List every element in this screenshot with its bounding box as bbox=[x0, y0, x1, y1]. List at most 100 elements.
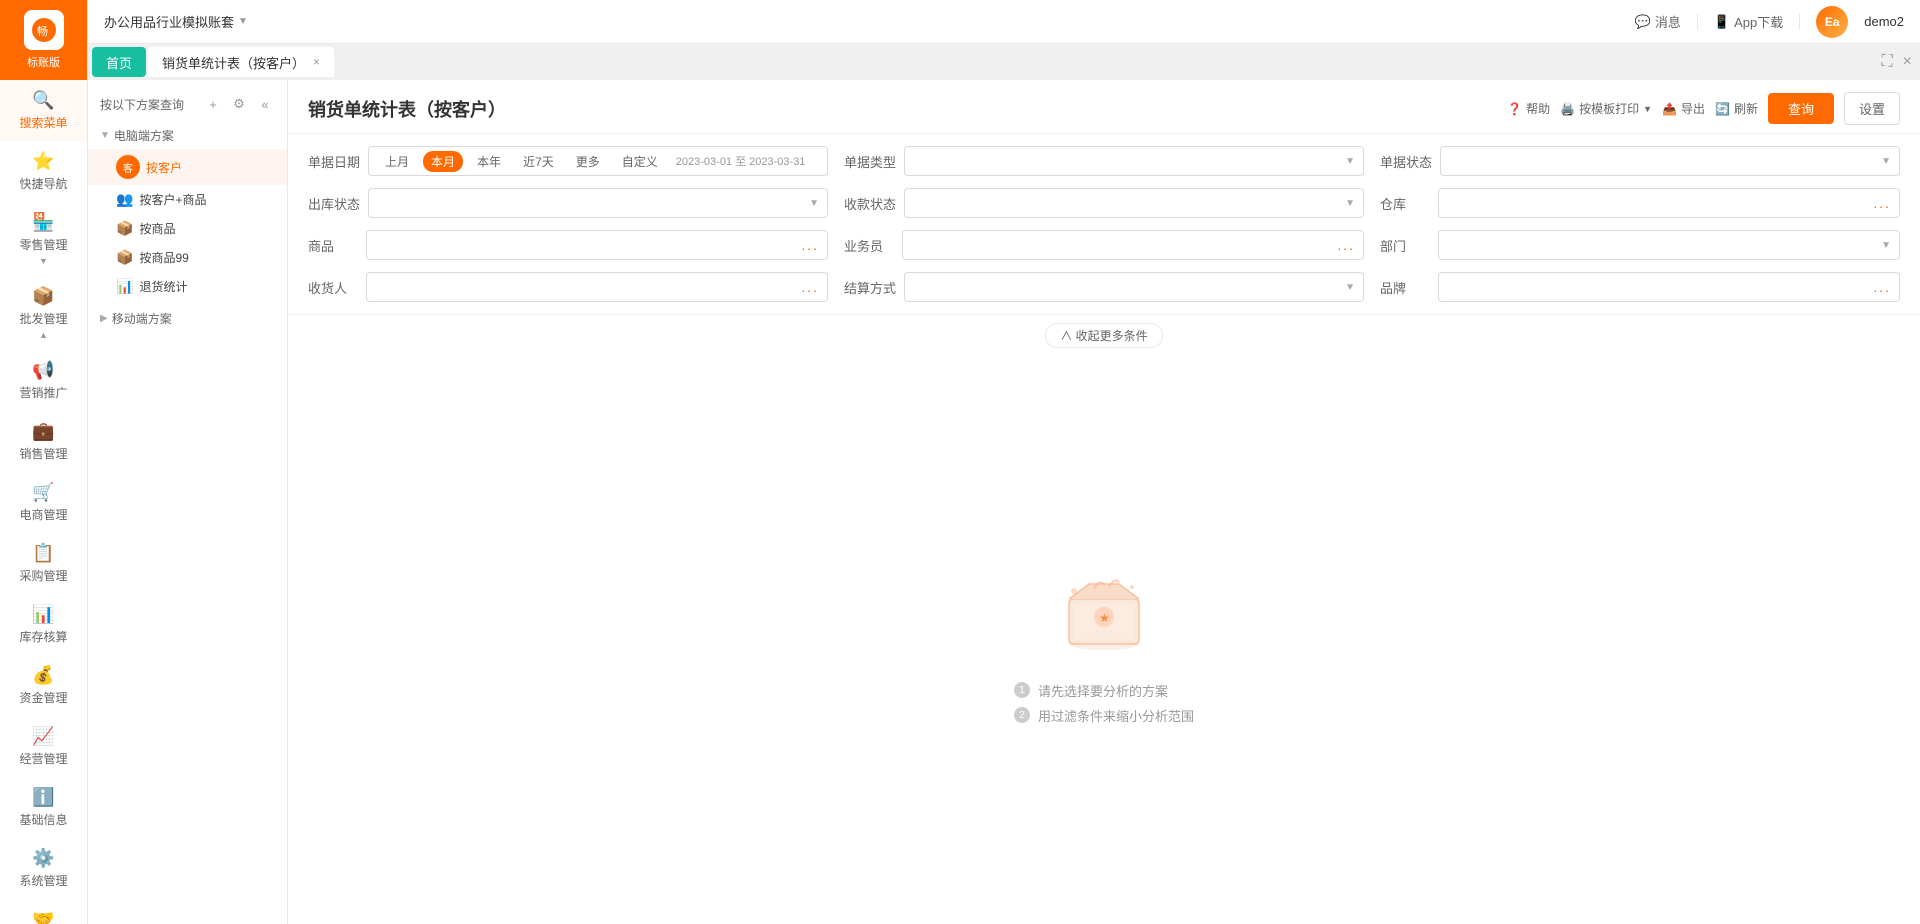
box-icon: 📦 bbox=[32, 286, 54, 307]
scheme-item-return-stats[interactable]: 📊 退货统计 bbox=[88, 272, 287, 301]
sidebar-item-purchase[interactable]: 📋 采购管理 bbox=[0, 533, 87, 594]
sidebar-item-retail[interactable]: 🏪 零售管理 ▼ bbox=[0, 202, 87, 276]
shipment-input[interactable]: ▼ bbox=[368, 188, 828, 218]
tip-num-1: 1 bbox=[1014, 682, 1030, 698]
settlement-input[interactable]: ▼ bbox=[904, 272, 1364, 302]
empty-tip-1: 1 请先选择要分析的方案 bbox=[1014, 681, 1194, 700]
order-type-input[interactable]: ▼ bbox=[904, 146, 1364, 176]
sidebar-item-label: 资金管理 bbox=[19, 689, 67, 706]
message-button[interactable]: 💬 消息 bbox=[1635, 12, 1681, 31]
sidebar-item-basic-info[interactable]: ℹ️ 基础信息 bbox=[0, 777, 87, 838]
page-header: 销货单统计表（按客户） ❓ 帮助 🖨️ 按模板打印 ▼ 📤 导出 bbox=[288, 80, 1920, 134]
sidebar-item-quick-nav[interactable]: ⭐ 快捷导航 bbox=[0, 141, 87, 202]
date-range-bar[interactable]: 上月 本月 本年 近7天 更多 自定义 2023-03-01 至 2023-03… bbox=[368, 146, 828, 176]
sidebar-item-finance[interactable]: 💰 资金管理 bbox=[0, 655, 87, 716]
dropdown-arrow: ▼ bbox=[1345, 282, 1355, 293]
left-panel: 按以下方案查询 + ⚙ « ▼ 电脑端方案 bbox=[88, 80, 288, 924]
sidebar-item-wholesale[interactable]: 📦 批发管理 ▲ bbox=[0, 276, 87, 350]
sidebar-item-inventory[interactable]: 📊 库存核算 bbox=[0, 594, 87, 655]
order-type-label: 单据类型 bbox=[844, 152, 896, 171]
avatar[interactable]: Ea bbox=[1816, 6, 1848, 38]
scheme-item-by-customer-goods[interactable]: 👥 按客户+商品 bbox=[88, 185, 287, 214]
collapse-panel-button[interactable]: « bbox=[255, 94, 275, 114]
tab-active[interactable]: 销货单统计表（按客户） × bbox=[148, 47, 334, 77]
print-button[interactable]: 🖨️ 按模板打印 ▼ bbox=[1560, 100, 1652, 117]
sidebar-item-corp-collab[interactable]: 🤝 企业协同 bbox=[0, 899, 87, 924]
consignee-input[interactable]: ... bbox=[366, 272, 828, 302]
sidebar-item-label: 库存核算 bbox=[19, 628, 67, 645]
username: demo2 bbox=[1864, 14, 1904, 29]
order-status-input[interactable]: ▼ bbox=[1440, 146, 1900, 176]
close-window-button[interactable]: × bbox=[1903, 53, 1912, 71]
group-label: 移动端方案 bbox=[112, 310, 172, 327]
sidebar: 畅 标账版 🔍 搜索菜单 ⭐ 快捷导航 🏪 零售管理 ▼ 📦 批发管理 ▲ 📢 … bbox=[0, 0, 88, 924]
filter-salesperson: 业务员 ... bbox=[844, 230, 1364, 260]
help-button[interactable]: ❓ 帮助 bbox=[1507, 100, 1550, 117]
goods-input[interactable]: ... bbox=[366, 230, 828, 260]
sidebar-item-label: 基础信息 bbox=[19, 811, 67, 828]
sidebar-item-label: 零售管理 bbox=[19, 236, 67, 253]
sidebar-item-ops[interactable]: 📈 经营管理 bbox=[0, 716, 87, 777]
sidebar-item-label: 经营管理 bbox=[19, 750, 67, 767]
date-btn-this-year[interactable]: 本年 bbox=[469, 151, 509, 172]
sidebar-item-sales[interactable]: 💼 销售管理 bbox=[0, 411, 87, 472]
return-icon: 📊 bbox=[116, 278, 133, 295]
dropdown-arrow: ▼ bbox=[1881, 240, 1891, 251]
warehouse-input[interactable]: ... bbox=[1438, 188, 1900, 218]
empty-tips-list: 1 请先选择要分析的方案 2 用过滤条件来缩小分析范围 bbox=[1014, 681, 1194, 731]
date-btn-7days[interactable]: 近7天 bbox=[515, 151, 562, 172]
refresh-button[interactable]: 🔄 刷新 bbox=[1715, 100, 1758, 117]
date-btn-this-month[interactable]: 本月 bbox=[423, 151, 463, 172]
collapse-button[interactable]: ∧ 收起更多条件 bbox=[1045, 323, 1162, 348]
payment-input[interactable]: ▼ bbox=[904, 188, 1364, 218]
panel-header-label: 按以下方案查询 bbox=[100, 96, 184, 113]
sidebar-item-system[interactable]: ⚙️ 系统管理 bbox=[0, 838, 87, 899]
filter-row-3: 商品 ... 业务员 ... 部门 bbox=[308, 230, 1900, 260]
scheme-item-by-customer[interactable]: 客 按客户 bbox=[88, 149, 287, 185]
right-panel: 销货单统计表（按客户） ❓ 帮助 🖨️ 按模板打印 ▼ 📤 导出 bbox=[288, 80, 1920, 924]
sidebar-item-search-menu[interactable]: 🔍 搜索菜单 bbox=[0, 80, 87, 141]
maximize-button[interactable]: ⛶ bbox=[1881, 53, 1892, 71]
tab-bar: 首页 销货单统计表（按客户） × ⛶ × bbox=[88, 44, 1920, 80]
brand-input[interactable]: ... bbox=[1438, 272, 1900, 302]
add-scheme-button[interactable]: + bbox=[203, 94, 223, 114]
salesperson-input[interactable]: ... bbox=[902, 230, 1364, 260]
date-btn-custom[interactable]: 自定义 bbox=[614, 151, 666, 172]
export-button[interactable]: 📤 导出 bbox=[1662, 100, 1705, 117]
content-layout: 按以下方案查询 + ⚙ « ▼ 电脑端方案 bbox=[88, 80, 1920, 924]
tab-home[interactable]: 首页 bbox=[92, 47, 146, 77]
filter-order-status: 单据状态 ▼ bbox=[1380, 146, 1900, 176]
order-status-label: 单据状态 bbox=[1380, 152, 1432, 171]
sidebar-item-label: 批发管理 bbox=[19, 310, 67, 327]
app-download-button[interactable]: 📱 App下载 bbox=[1714, 12, 1783, 31]
active-dot: 客 bbox=[116, 155, 140, 179]
divider2 bbox=[1799, 14, 1800, 30]
dropdown-arrow: ▼ bbox=[1881, 156, 1891, 167]
sidebar-item-marketing[interactable]: 📢 营销推广 bbox=[0, 350, 87, 411]
department-input[interactable]: ▼ bbox=[1438, 230, 1900, 260]
search-icon: 🔍 bbox=[32, 90, 54, 111]
scheme-group-pc-header[interactable]: ▼ 电脑端方案 bbox=[88, 122, 287, 149]
warehouse-label: 仓库 bbox=[1380, 194, 1430, 213]
scheme-item-by-goods-99[interactable]: 📦 按商品99 bbox=[88, 243, 287, 272]
print-dropdown-icon: ▼ bbox=[1643, 104, 1652, 114]
sidebar-item-label: 电商管理 bbox=[19, 506, 67, 523]
scheme-item-by-goods[interactable]: 📦 按商品 bbox=[88, 214, 287, 243]
tab-close-button[interactable]: × bbox=[313, 55, 320, 69]
tip-text-1: 请先选择要分析的方案 bbox=[1038, 681, 1168, 700]
date-btn-last-month[interactable]: 上月 bbox=[377, 151, 417, 172]
filter-settlement: 结算方式 ▼ bbox=[844, 272, 1364, 302]
scheme-label: 按商品99 bbox=[139, 249, 188, 266]
tab-label: 销货单统计表（按客户） bbox=[162, 53, 305, 72]
query-button[interactable]: 查询 bbox=[1768, 93, 1834, 124]
settings-scheme-button[interactable]: ⚙ bbox=[229, 94, 249, 114]
department-label: 部门 bbox=[1380, 236, 1430, 255]
panel-header-actions: + ⚙ « bbox=[203, 94, 275, 114]
sidebar-item-ecom[interactable]: 🛒 电商管理 bbox=[0, 472, 87, 533]
date-btn-more[interactable]: 更多 bbox=[568, 151, 608, 172]
dots-icon: ... bbox=[801, 237, 819, 253]
scheme-group-mobile-header[interactable]: ▶ 移动端方案 bbox=[88, 305, 287, 332]
settings-button[interactable]: 设置 bbox=[1844, 92, 1900, 125]
store-icon: 🏪 bbox=[32, 212, 54, 233]
trending-icon: 📈 bbox=[32, 726, 54, 747]
